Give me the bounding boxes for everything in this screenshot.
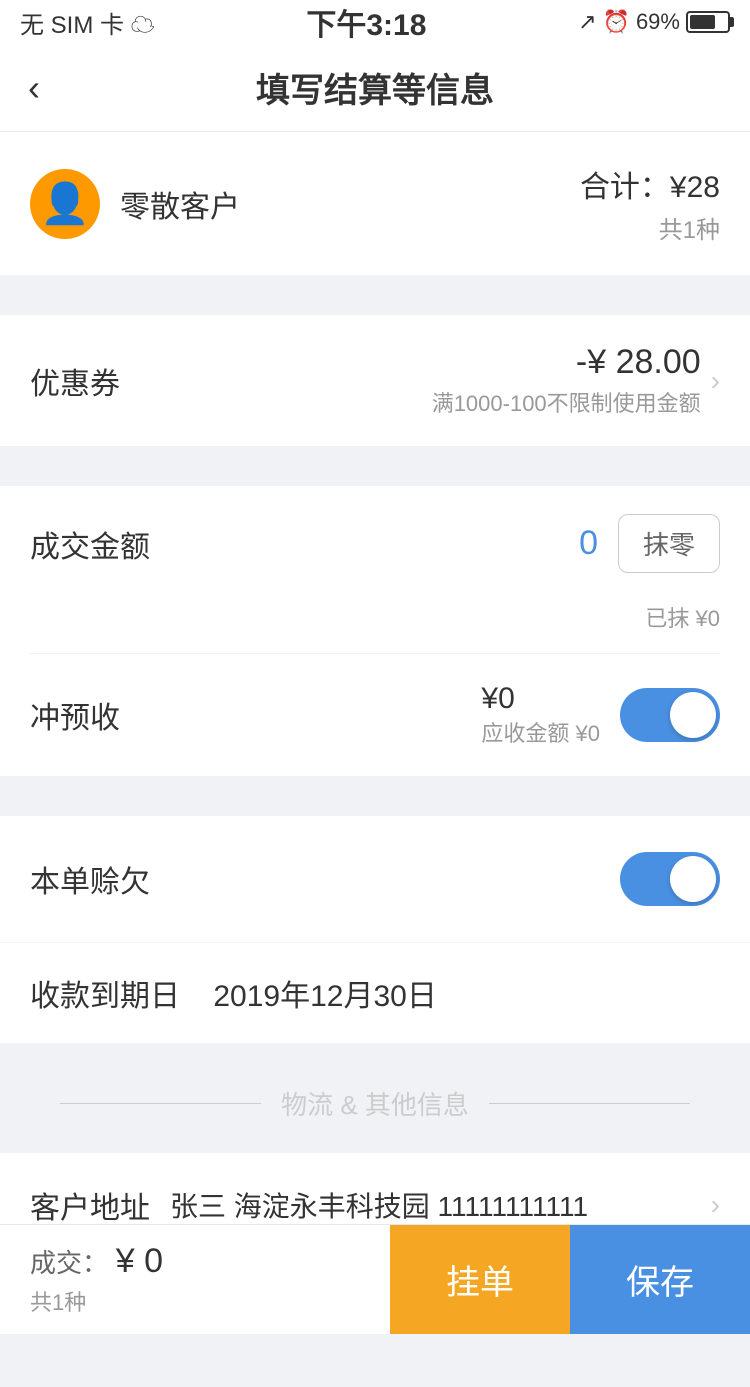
page-title: 填写结算等信息 [256, 63, 494, 112]
section-divider-2 [0, 466, 750, 486]
battery-fill [690, 15, 715, 29]
credit-row: 本单赊欠 [0, 816, 750, 942]
toggle-knob [670, 692, 716, 738]
bottom-info: 成交： ¥ 0 共1种 [0, 1225, 390, 1334]
coupon-discount: -¥ 28.00 [432, 343, 701, 382]
chevron-right-icon: › [711, 365, 720, 397]
due-date-row: 收款到期日 2019年12月30日 [0, 942, 750, 1043]
address-label: 客户地址 [30, 1183, 150, 1227]
customer-right: 合计：¥28 共1种 [580, 162, 720, 245]
deal-amount-label: 成交金额 [30, 522, 150, 566]
battery-percent: 69% [636, 9, 680, 35]
section-divider-3 [0, 796, 750, 816]
address-chevron-icon: › [711, 1189, 720, 1221]
logistics-line-right [489, 1103, 690, 1104]
total-count: 共1种 [580, 210, 720, 245]
save-button[interactable]: 保存 [570, 1225, 750, 1334]
coupon-desc: 满1000-100不限制使用金额 [432, 386, 701, 418]
due-date-value: 2019年12月30日 [213, 980, 436, 1013]
coupon-section: 优惠券 -¥ 28.00 满1000-100不限制使用金额 › [0, 315, 750, 446]
due-date-label: 收款到期日 [30, 980, 180, 1013]
hold-button[interactable]: 挂单 [390, 1225, 570, 1334]
customer-row: 👤 零散客户 合计：¥28 共1种 [0, 132, 750, 275]
deal-amount-row: 成交金额 0 抹零 [0, 486, 750, 601]
bottom-deal-line: 成交： ¥ 0 [30, 1242, 390, 1281]
avatar-icon: 👤 [40, 180, 90, 227]
customer-name: 零散客户 [120, 182, 240, 226]
location-icon: ↗ [578, 9, 596, 35]
nav-bar: ‹ 填写结算等信息 [0, 44, 750, 132]
logistics-label: 物流 & 其他信息 [281, 1085, 469, 1122]
status-time: 下午3:18 [306, 0, 426, 44]
customer-left: 👤 零散客户 [30, 169, 240, 239]
prepay-sub: 应收金额 ¥0 [481, 716, 600, 748]
prepay-toggle[interactable] [620, 688, 720, 742]
deal-section: 成交金额 0 抹零 已抹 ¥0 冲预收 ¥0 应收金额 ¥0 [0, 486, 750, 776]
prepay-right: ¥0 应收金额 ¥0 [481, 682, 720, 748]
deal-amount-value: 0 [579, 524, 598, 563]
credit-label: 本单赊欠 [30, 857, 150, 901]
prepay-amount: ¥0 [481, 682, 600, 716]
logistics-line-left [60, 1103, 261, 1104]
coupon-row[interactable]: 优惠券 -¥ 28.00 满1000-100不限制使用金额 › [0, 315, 750, 446]
deal-sub: 已抹 ¥0 [0, 601, 750, 653]
credit-section: 本单赊欠 收款到期日 2019年12月30日 [0, 816, 750, 1043]
section-divider-1 [0, 295, 750, 315]
prepay-label: 冲预收 [30, 693, 120, 737]
sim-status: 无 SIM 卡 ☁ [20, 5, 155, 40]
round-zero-button[interactable]: 抹零 [618, 514, 720, 573]
logistics-line: 物流 & 其他信息 [0, 1085, 750, 1122]
battery-icon [686, 11, 730, 33]
section-divider-4 [0, 1043, 750, 1063]
alarm-icon: ⏰ [603, 9, 630, 35]
back-button[interactable]: ‹ [28, 67, 40, 109]
bottom-count: 共1种 [30, 1285, 390, 1317]
avatar: 👤 [30, 169, 100, 239]
credit-toggle[interactable] [620, 852, 720, 906]
coupon-right: -¥ 28.00 满1000-100不限制使用金额 › [432, 343, 720, 418]
customer-section: 👤 零散客户 合计：¥28 共1种 [0, 132, 750, 275]
section-divider-5 [0, 1143, 750, 1153]
status-bar: 无 SIM 卡 ☁ 下午3:18 ↗ ⏰ 69% [0, 0, 750, 44]
credit-toggle-knob [670, 856, 716, 902]
status-left: 无 SIM 卡 ☁ [20, 5, 155, 40]
prepay-row: 冲预收 ¥0 应收金额 ¥0 [0, 654, 750, 776]
bottom-deal-label: 成交： [30, 1248, 108, 1278]
address-value: 张三 海淀永丰科技园 11111111111 [170, 1185, 711, 1225]
status-right: ↗ ⏰ 69% [578, 9, 730, 35]
logistics-divider: 物流 & 其他信息 [0, 1063, 750, 1143]
prepay-amounts: ¥0 应收金额 ¥0 [481, 682, 600, 748]
total-price: 合计：¥28 [580, 162, 720, 206]
bottom-amount: ¥ 0 [116, 1242, 163, 1280]
coupon-label: 优惠券 [30, 359, 120, 403]
deal-amount-right: 0 抹零 [579, 514, 720, 573]
bottom-bar: 成交： ¥ 0 共1种 挂单 保存 [0, 1224, 750, 1334]
